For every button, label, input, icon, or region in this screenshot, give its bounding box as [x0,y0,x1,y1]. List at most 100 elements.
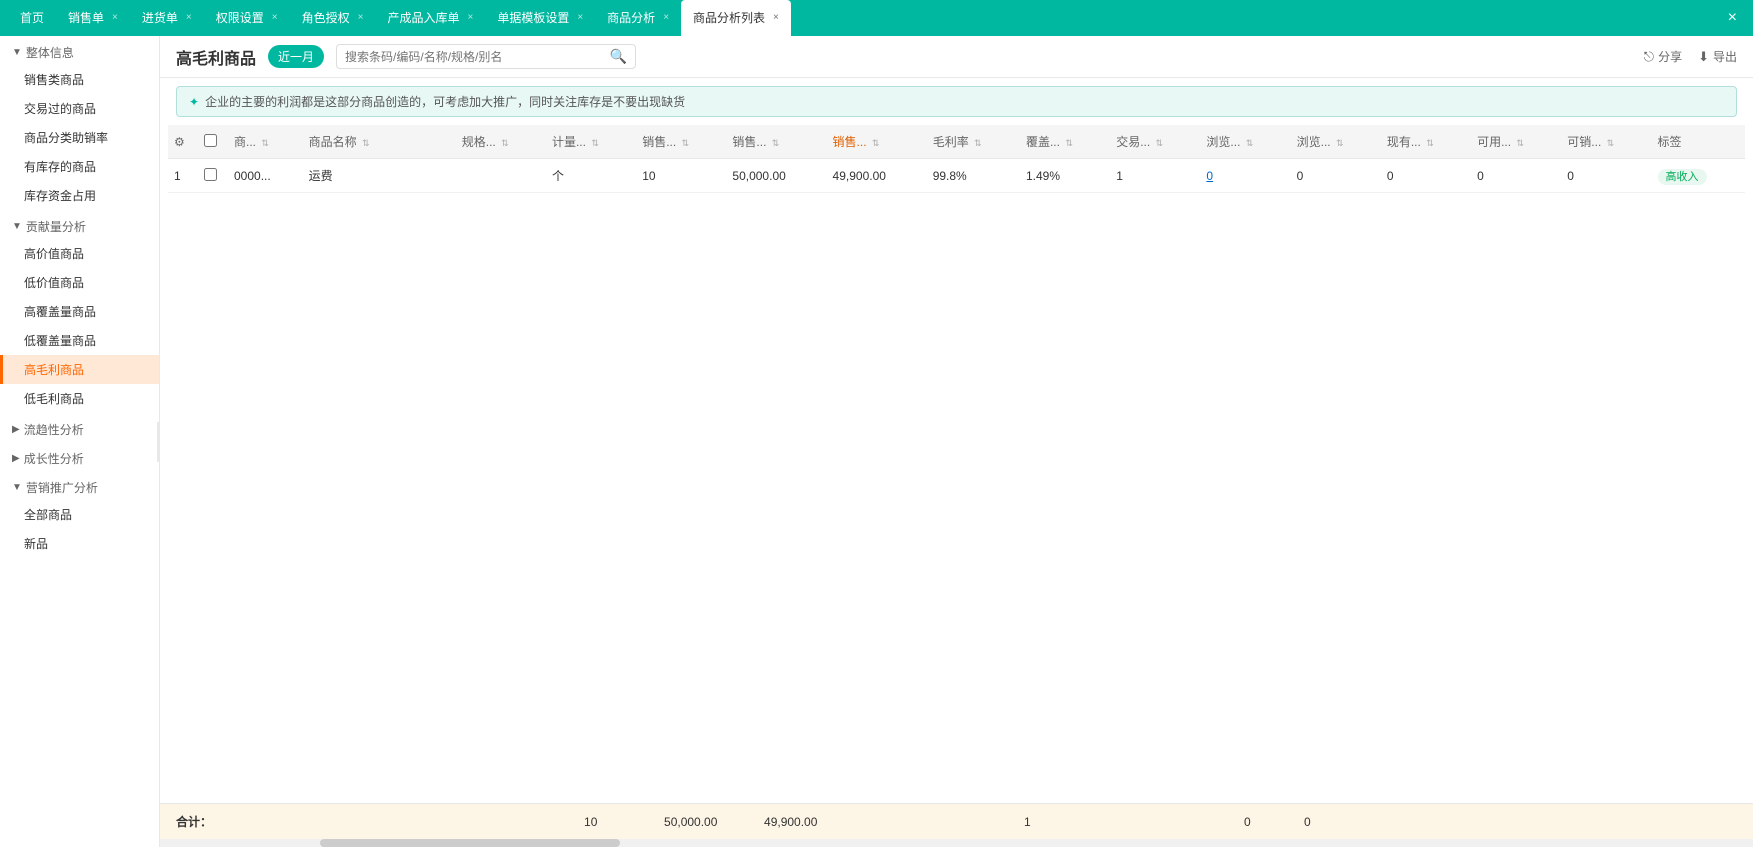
col-gross-margin[interactable]: 毛利率 ⇅ [927,125,1020,159]
nav-purchase-order[interactable]: 进货单 × [130,0,204,36]
sidebar-item-stock-capital[interactable]: 库存资金占用 [0,181,159,210]
close-sales-order-icon[interactable]: × [112,0,118,36]
footer-empty2 [938,815,1018,829]
col-available-stock[interactable]: 可用... ⇅ [1471,125,1561,159]
close-product-analysis-icon[interactable]: × [663,0,669,36]
cell-available-stock: 0 [1471,159,1561,193]
nav-product-inbound[interactable]: 产成品入库单 × [375,0,485,36]
cell-checkbox[interactable] [198,159,228,193]
close-product-inbound-icon[interactable]: × [467,0,473,36]
col-code[interactable]: 商... ⇅ [228,125,303,159]
sidebar-item-sales-goods[interactable]: 销售类商品 [0,65,159,94]
footer-sale-qty: 10 [578,815,658,829]
row-checkbox[interactable] [204,168,217,181]
col-sale-amount[interactable]: 销售... ⇅ [726,125,826,159]
cell-sale-qty: 10 [636,159,726,193]
sidebar-item-high-margin[interactable]: 高毛利商品 [0,355,159,384]
col-transaction[interactable]: 交易... ⇅ [1110,125,1200,159]
cell-sale-cost: 49,900.00 [827,159,927,193]
sort-transaction-icon: ⇅ [1156,138,1164,148]
share-button[interactable]: ⎋ 分享 [1644,48,1682,65]
main-layout: « ▼ 整体信息 销售类商品 交易过的商品 商品分类助销率 有库存的商品 库存资… [0,36,1753,847]
sidebar-item-low-coverage[interactable]: 低覆盖量商品 [0,326,159,355]
sidebar-item-low-value[interactable]: 低价值商品 [0,268,159,297]
cell-unit: 个 [546,159,636,193]
sidebar-collapse-button[interactable]: « [157,422,160,462]
sort-current-stock-icon: ⇅ [1426,138,1434,148]
content-header: 高毛利商品 近一月 🔍 ⎋ 分享 ⬇ 导出 [160,36,1753,78]
sidebar-group-contribution[interactable]: ▼ 贡献量分析 [0,210,159,239]
close-template-icon[interactable]: × [577,0,583,36]
sidebar: « ▼ 整体信息 销售类商品 交易过的商品 商品分类助销率 有库存的商品 库存资… [0,36,160,847]
sidebar-item-traded-goods[interactable]: 交易过的商品 [0,94,159,123]
export-icon: ⬇ [1698,49,1709,65]
cell-gross-margin: 99.8% [927,159,1020,193]
sort-coverage-icon: ⇅ [1065,138,1073,148]
close-role-auth-icon[interactable]: × [358,0,364,36]
cell-name: 运费 [303,159,456,193]
close-permission-icon[interactable]: × [272,0,278,36]
sidebar-item-all-goods[interactable]: 全部商品 [0,500,159,529]
nav-product-analysis-list[interactable]: 商品分析列表 × [681,0,791,36]
cell-saleable: 0 [1561,159,1651,193]
tag-badge: 高收入 [1658,169,1707,185]
sort-sale-amount-icon: ⇅ [772,138,780,148]
nav-home[interactable]: 首页 [8,0,56,36]
close-product-analysis-list-icon[interactable]: × [773,0,779,36]
time-filter-button[interactable]: 近一月 [268,45,324,68]
nav-template-settings[interactable]: 单据模板设置 × [485,0,595,36]
col-current-stock[interactable]: 现有... ⇅ [1381,125,1471,159]
cell-current-stock: 0 [1381,159,1471,193]
col-name[interactable]: 商品名称 ⇅ [303,125,456,159]
cell-transaction: 1 [1110,159,1200,193]
sidebar-group-marketing[interactable]: ▼ 营销推广分析 [0,471,159,500]
col-sale-cost[interactable]: 销售... ⇅ [827,125,927,159]
sidebar-item-high-value[interactable]: 高价值商品 [0,239,159,268]
sidebar-item-low-margin[interactable]: 低毛利商品 [0,384,159,413]
col-view2[interactable]: 浏览... ⇅ [1291,125,1381,159]
sidebar-item-high-coverage[interactable]: 高覆盖量商品 [0,297,159,326]
footer-label: 合计： [176,813,212,830]
sidebar-item-category-assist[interactable]: 商品分类助销率 [0,123,159,152]
arrow-marketing-icon: ▼ [12,482,22,493]
col-spec[interactable]: 规格... ⇅ [456,125,546,159]
sort-saleable-icon: ⇅ [1607,138,1615,148]
sidebar-group-growth[interactable]: ▶ 成长性分析 [0,442,159,471]
table-wrapper[interactable]: ⚙ 商... ⇅ 商品名称 ⇅ 规格... [160,125,1753,803]
search-icon[interactable]: 🔍 [610,48,627,65]
col-saleable[interactable]: 可销... ⇅ [1561,125,1651,159]
scrollbar-thumb[interactable] [320,839,620,847]
col-settings[interactable]: ⚙ [168,125,198,159]
nav-role-auth[interactable]: 角色授权 × [290,0,376,36]
sort-view1-icon: ⇅ [1246,138,1254,148]
col-sale-qty[interactable]: 销售... ⇅ [636,125,726,159]
close-all-tabs-button[interactable]: × [1720,9,1745,27]
product-table: ⚙ 商... ⇅ 商品名称 ⇅ 规格... [168,125,1745,193]
horizontal-scrollbar[interactable] [160,839,1753,847]
page-title: 高毛利商品 [176,45,256,69]
top-navigation: 首页 销售单 × 进货单 × 权限设置 × 角色授权 × 产成品入库单 × 单据… [0,0,1753,36]
sidebar-item-in-stock-goods[interactable]: 有库存的商品 [0,152,159,181]
nav-product-analysis[interactable]: 商品分析 × [595,0,681,36]
select-all-checkbox[interactable] [204,134,217,147]
sidebar-item-new-goods[interactable]: 新品 [0,529,159,558]
search-input[interactable] [345,50,610,64]
col-unit[interactable]: 计量... ⇅ [546,125,636,159]
sidebar-group-overall[interactable]: ▼ 整体信息 [0,36,159,65]
col-coverage[interactable]: 覆盖... ⇅ [1020,125,1110,159]
col-checkbox [198,125,228,159]
cell-tag: 高收入 [1652,159,1746,193]
sort-available-stock-icon: ⇅ [1516,138,1524,148]
sort-unit-icon: ⇅ [591,138,599,148]
export-button[interactable]: ⬇ 导出 [1698,48,1737,65]
nav-permission-settings[interactable]: 权限设置 × [204,0,290,36]
table-row: 1 0000... 运费 个 10 50,000.00 49,900.00 99… [168,159,1745,193]
close-purchase-order-icon[interactable]: × [186,0,192,36]
cell-view1[interactable]: 0 [1200,159,1290,193]
footer-current-stock: 0 [1238,815,1298,829]
sort-gross-margin-icon: ⇅ [974,138,982,148]
col-view1[interactable]: 浏览... ⇅ [1200,125,1290,159]
footer-available-stock: 0 [1298,815,1358,829]
nav-sales-order[interactable]: 销售单 × [56,0,130,36]
sidebar-group-trend[interactable]: ▶ 流趋性分析 [0,413,159,442]
